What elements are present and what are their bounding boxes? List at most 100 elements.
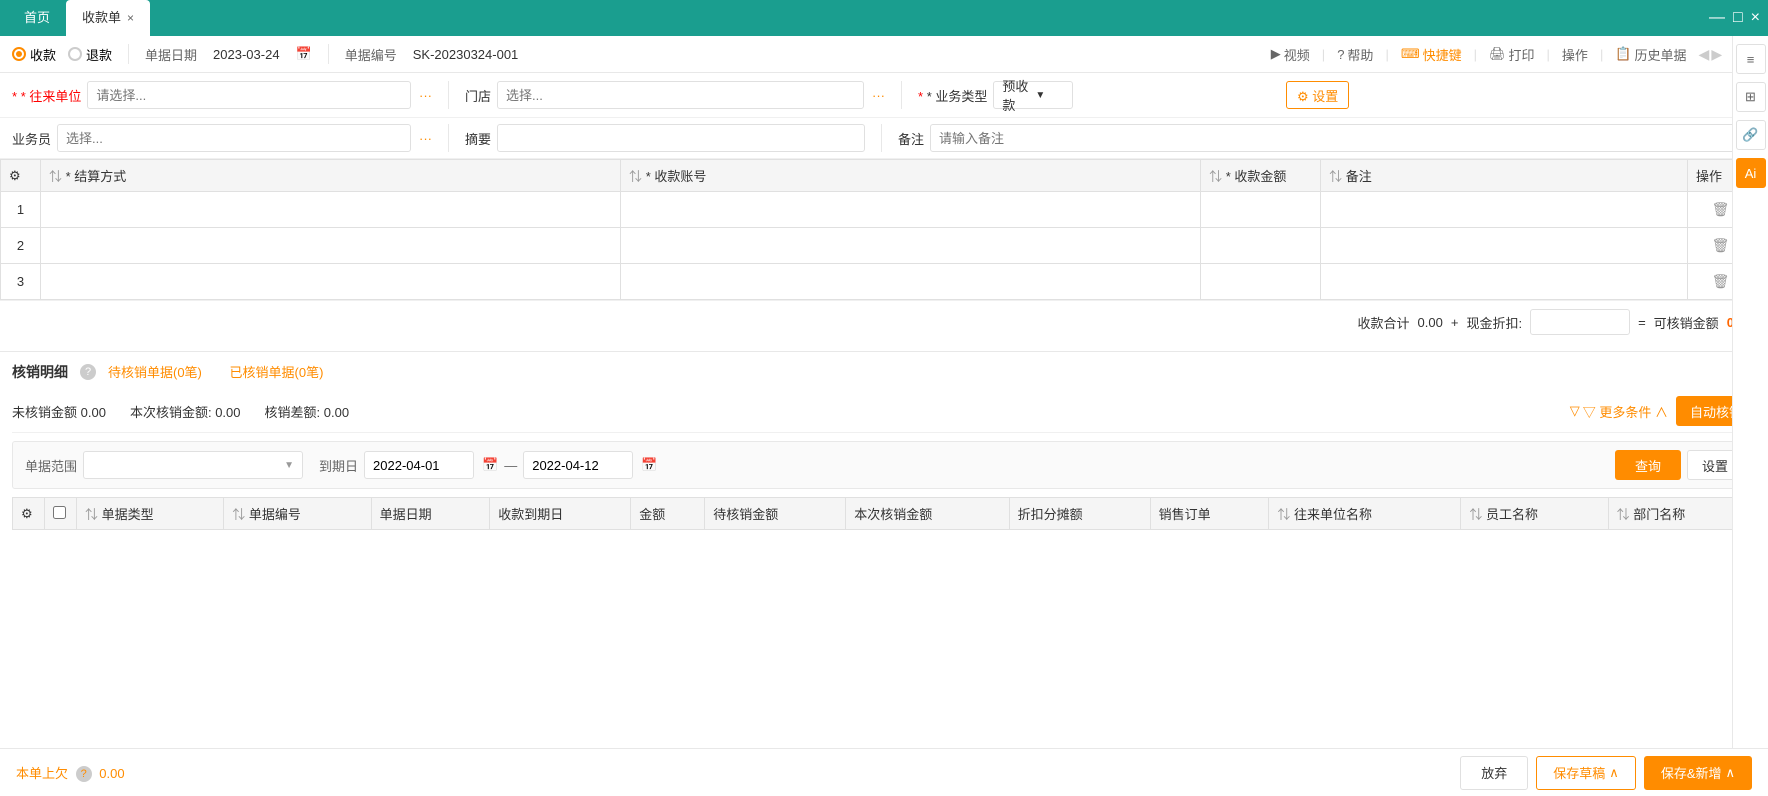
qf-right-buttons: 查询 设置 xyxy=(1615,450,1743,480)
keyboard-icon: ⌨ xyxy=(1401,46,1420,62)
bt-pending-col: 待核销金额 xyxy=(705,498,846,530)
summary-row: 收款合计 0.00 + 现金折扣: = 可核销金额 0.00 xyxy=(0,300,1768,343)
delete-row-2-icon[interactable]: 🗑 xyxy=(1712,237,1730,254)
rp-table-icon[interactable]: ≡ xyxy=(1736,44,1766,74)
delete-row-3-icon[interactable]: 🗑 xyxy=(1712,273,1730,290)
draft-arrow-icon: ∧ xyxy=(1609,765,1619,781)
biz-select[interactable]: 预收款 ▼ xyxy=(993,81,1073,109)
calendar-end-icon[interactable]: 📅 xyxy=(641,457,657,473)
save-draft-button[interactable]: 保存草稿 ∧ xyxy=(1536,756,1636,790)
store-field-group: 门店 ··· xyxy=(465,81,885,109)
next-arrow-icon[interactable]: ▶ xyxy=(1711,46,1722,63)
equals-sign: = xyxy=(1638,315,1646,330)
row-amount-2[interactable] xyxy=(1201,228,1321,264)
toolbar-right: ▶ 视频 | ? 帮助 | ⌨ 快捷键 | 🖨 打印 | 操作 | xyxy=(1271,45,1756,64)
col-remark-header: ⇅ 备注 xyxy=(1321,160,1688,192)
history-icon: 📋 xyxy=(1615,46,1631,62)
select-all-checkbox[interactable] xyxy=(53,506,66,519)
sort-remark-icon: ⇅ xyxy=(1329,169,1342,184)
form-row-1: * * 往来单位 ··· 门店 ··· * * 业务类型 预收款 ▼ ⚙ 设置 xyxy=(0,73,1768,118)
qf-date-start[interactable] xyxy=(364,451,474,479)
settings-button-wrapper: ⚙ 设置 xyxy=(1286,81,1349,109)
bt-amount-col: 金额 xyxy=(631,498,705,530)
help-btn[interactable]: ? 帮助 xyxy=(1337,45,1373,64)
row-remark-1[interactable] xyxy=(1321,192,1688,228)
minimize-icon[interactable]: — xyxy=(1709,9,1725,27)
video-icon: ▶ xyxy=(1271,46,1281,62)
remark-input[interactable] xyxy=(930,124,1756,152)
operate-btn[interactable]: 操作 xyxy=(1562,45,1588,64)
row-settlement-2[interactable] xyxy=(41,228,621,264)
radio-label-tuikuan: 退款 xyxy=(86,45,112,64)
footer: 本单上欠 ? 0.00 放弃 保存草稿 ∧ 保存&新增 ∧ xyxy=(0,748,1768,796)
staff-input[interactable] xyxy=(57,124,411,152)
abandon-button[interactable]: 放弃 xyxy=(1460,756,1528,790)
memo-input[interactable] xyxy=(497,124,865,152)
col-account-header: ⇅ * 收款账号 xyxy=(621,160,1201,192)
unit-label: * * 往来单位 xyxy=(12,86,81,105)
verif-header: 核销明细 ? 待核销单据(0笔) 已核销单据(0笔) xyxy=(12,362,1756,382)
delete-row-1-icon[interactable]: 🗑 xyxy=(1712,201,1730,218)
bench-info-icon[interactable]: ? xyxy=(76,766,92,782)
verif-pending-tab[interactable]: 待核销单据(0笔) xyxy=(108,362,202,382)
bt-settings-col[interactable]: ⚙ xyxy=(13,498,45,530)
row-account-3[interactable] xyxy=(621,264,1201,300)
discount-label: 现金折扣: xyxy=(1466,313,1522,332)
calendar-icon[interactable]: 📅 xyxy=(296,46,312,62)
qf-range-select[interactable]: ▼ xyxy=(83,451,303,479)
maximize-icon[interactable]: □ xyxy=(1733,9,1743,27)
shortcut-btn[interactable]: ⌨ 快捷键 xyxy=(1401,45,1462,64)
row-settlement-1[interactable] xyxy=(41,192,621,228)
close-window-icon[interactable]: × xyxy=(1751,9,1760,27)
calendar-start-icon[interactable]: 📅 xyxy=(482,457,498,473)
available-label: 可核销金额 xyxy=(1654,313,1719,332)
discount-input[interactable] xyxy=(1530,309,1630,335)
more-conditions-btn[interactable]: ▽ ▽ 更多条件 ∧ xyxy=(1570,402,1668,421)
verif-done-tab[interactable]: 已核销单据(0笔) xyxy=(230,362,324,382)
row-settlement-3[interactable] xyxy=(41,264,621,300)
row-index-1: 1 xyxy=(1,192,41,228)
row-amount-3[interactable] xyxy=(1201,264,1321,300)
sort-type-icon: ⇅ xyxy=(85,507,98,522)
store-input[interactable] xyxy=(497,81,864,109)
verif-info-icon[interactable]: ? xyxy=(80,364,96,380)
staff-more-icon[interactable]: ··· xyxy=(419,131,432,146)
row-amount-1[interactable] xyxy=(1201,192,1321,228)
radio-tuikuan[interactable]: 退款 xyxy=(68,45,112,64)
history-btn[interactable]: 📋 历史单据 xyxy=(1615,45,1686,64)
bt-due-col: 收款到期日 xyxy=(490,498,631,530)
sort-account-icon: ⇅ xyxy=(629,169,642,184)
rp-ai-icon[interactable]: Ai xyxy=(1736,158,1766,188)
tab-current[interactable]: 收款单 × xyxy=(66,0,150,36)
biz-dropdown-icon: ▼ xyxy=(1035,90,1064,101)
query-button[interactable]: 查询 xyxy=(1615,450,1681,480)
rp-grid-icon[interactable]: ⊞ xyxy=(1736,82,1766,112)
row-remark-2[interactable] xyxy=(1321,228,1688,264)
settings-button[interactable]: ⚙ 设置 xyxy=(1286,81,1349,109)
prev-arrow-icon[interactable]: ◀ xyxy=(1699,46,1710,63)
video-btn[interactable]: ▶ 视频 xyxy=(1271,45,1310,64)
total-value: 0.00 xyxy=(1418,315,1443,330)
tab-home[interactable]: 首页 xyxy=(8,0,66,36)
store-more-icon[interactable]: ··· xyxy=(872,88,885,103)
bt-type-col: ⇅ 单据类型 xyxy=(77,498,224,530)
unit-input[interactable] xyxy=(87,81,411,109)
unit-field-group: * * 往来单位 ··· xyxy=(12,81,432,109)
unit-more-icon[interactable]: ··· xyxy=(419,88,432,103)
toolbar-divider-2 xyxy=(328,44,329,64)
bt-checkbox-col[interactable] xyxy=(45,498,77,530)
col-settings-header[interactable]: ⚙ xyxy=(1,160,41,192)
col-amount-header: ⇅ * 收款金额 xyxy=(1201,160,1321,192)
rp-link-icon[interactable]: 🔗 xyxy=(1736,120,1766,150)
qf-date-end[interactable] xyxy=(523,451,633,479)
field-divider-1 xyxy=(448,81,449,109)
tab-close-icon[interactable]: × xyxy=(127,0,134,36)
bt-order-col: 销售订单 xyxy=(1150,498,1269,530)
qf-range-label: 单据范围 xyxy=(25,456,77,475)
row-account-2[interactable] xyxy=(621,228,1201,264)
row-remark-3[interactable] xyxy=(1321,264,1688,300)
save-new-button[interactable]: 保存&新增 ∧ xyxy=(1644,756,1752,790)
radio-shoukuan[interactable]: 收款 xyxy=(12,45,56,64)
row-account-1[interactable] xyxy=(621,192,1201,228)
print-btn[interactable]: 🖨 打印 xyxy=(1489,45,1535,64)
